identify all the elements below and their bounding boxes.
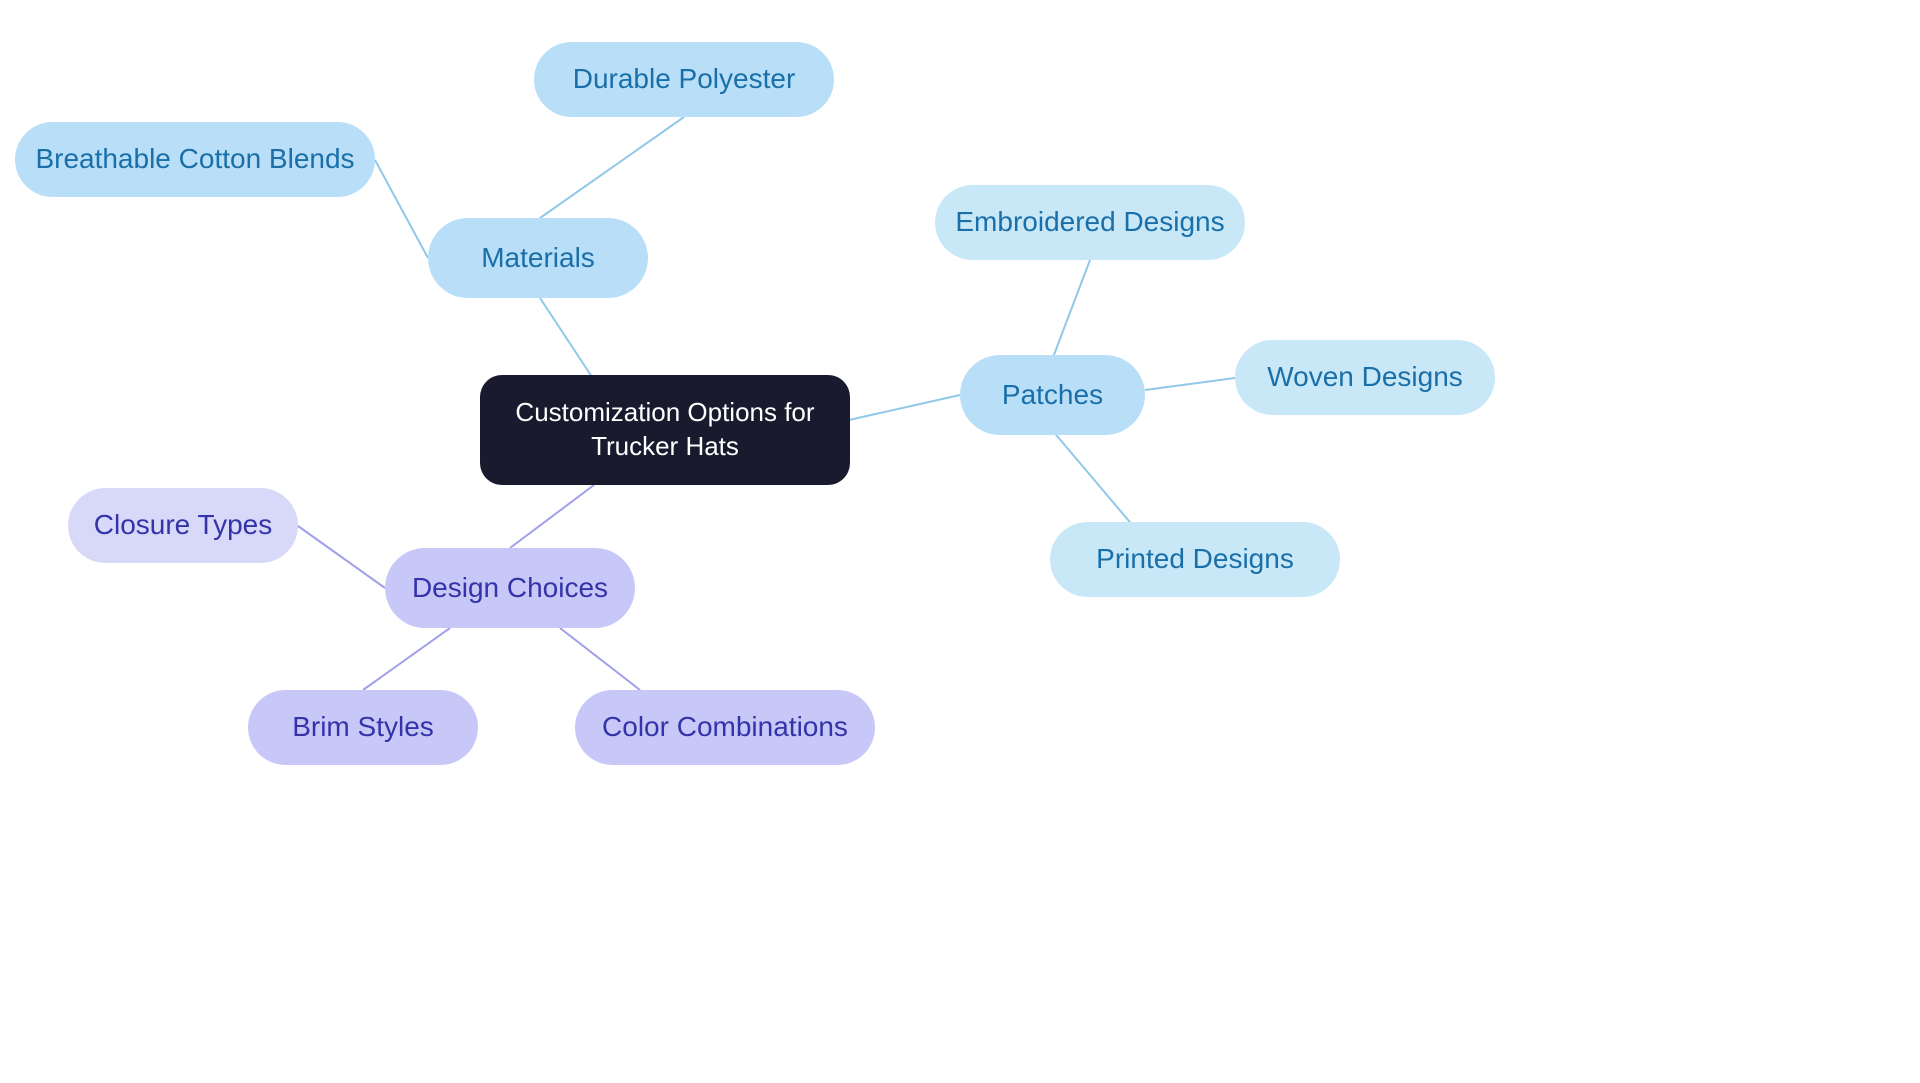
color-combinations-label: Color Combinations	[602, 709, 848, 745]
patches-node-label: Patches	[1002, 377, 1103, 413]
embroidered-designs-label: Embroidered Designs	[955, 204, 1224, 240]
brim-styles-node[interactable]: Brim Styles	[248, 690, 478, 765]
design-choices-node[interactable]: Design Choices	[385, 548, 635, 628]
breathable-cotton-label: Breathable Cotton Blends	[35, 141, 354, 177]
closure-types-label: Closure Types	[94, 507, 272, 543]
materials-node-label: Materials	[481, 240, 595, 276]
patches-node[interactable]: Patches	[960, 355, 1145, 435]
printed-designs-label: Printed Designs	[1096, 541, 1294, 577]
color-combinations-node[interactable]: Color Combinations	[575, 690, 875, 765]
center-node[interactable]: Customization Options for Trucker Hats	[480, 375, 850, 485]
materials-node[interactable]: Materials	[428, 218, 648, 298]
durable-polyester-label: Durable Polyester	[573, 61, 796, 97]
center-node-label: Customization Options for Trucker Hats	[515, 396, 814, 464]
woven-designs-node[interactable]: Woven Designs	[1235, 340, 1495, 415]
design-choices-label: Design Choices	[412, 570, 608, 606]
closure-types-node[interactable]: Closure Types	[68, 488, 298, 563]
brim-styles-label: Brim Styles	[292, 709, 434, 745]
durable-polyester-node[interactable]: Durable Polyester	[534, 42, 834, 117]
printed-designs-node[interactable]: Printed Designs	[1050, 522, 1340, 597]
breathable-cotton-node[interactable]: Breathable Cotton Blends	[15, 122, 375, 197]
woven-designs-label: Woven Designs	[1267, 359, 1463, 395]
embroidered-designs-node[interactable]: Embroidered Designs	[935, 185, 1245, 260]
